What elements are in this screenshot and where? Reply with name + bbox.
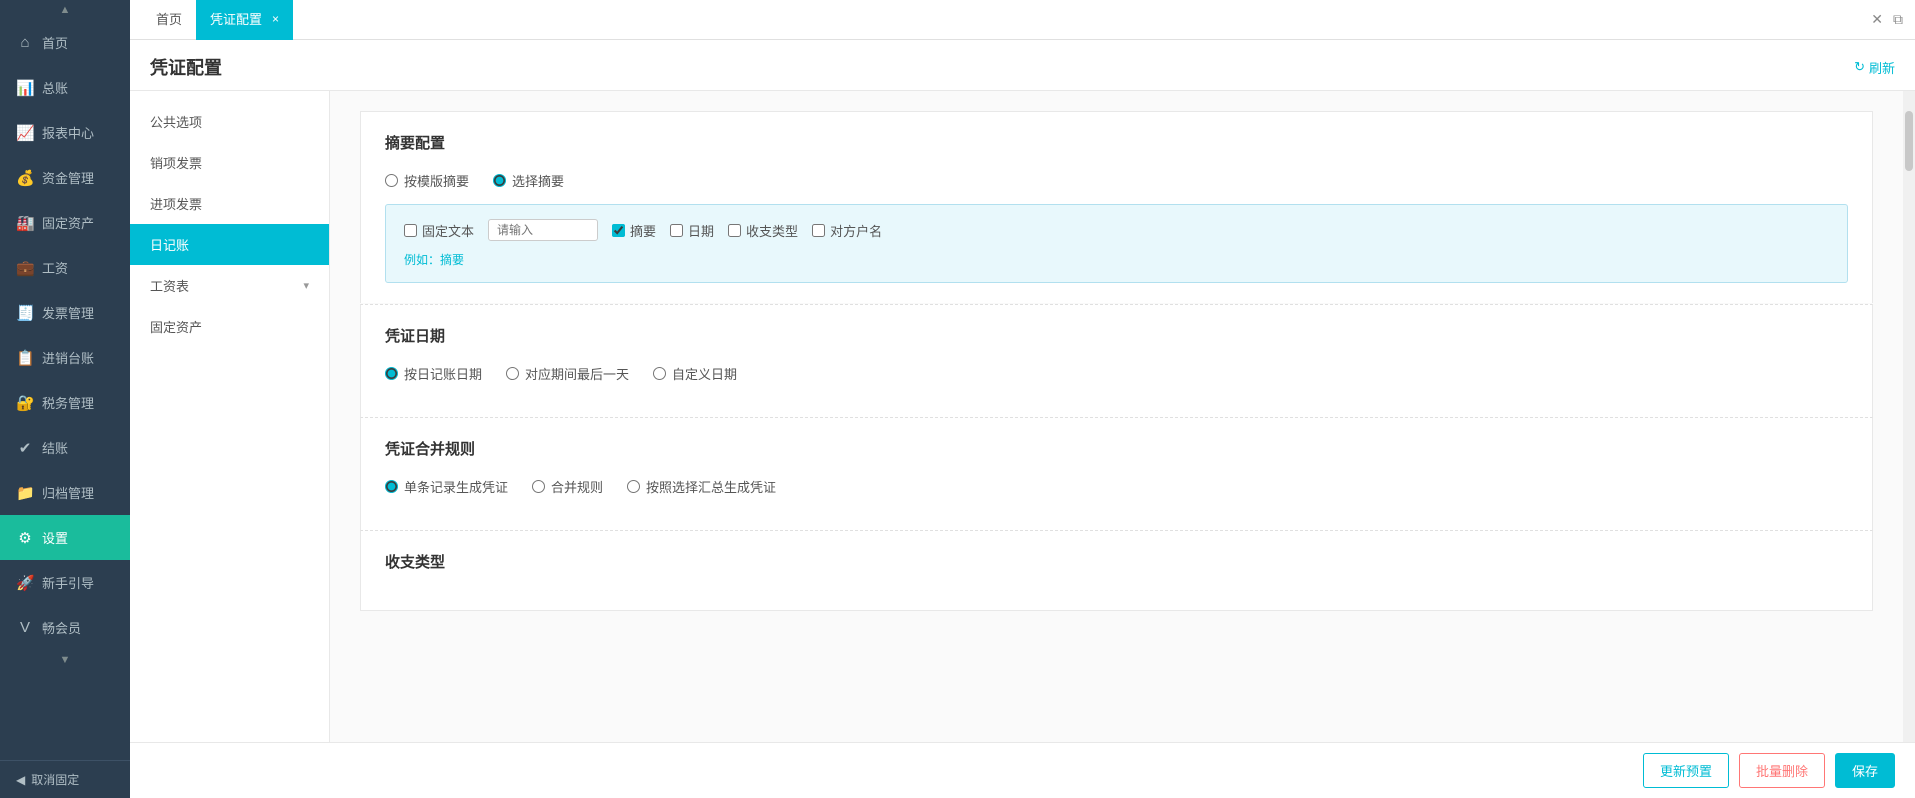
radio-select-summary[interactable]: 选择摘要 <box>493 171 564 190</box>
purchasesales-icon: 📋 <box>16 349 34 367</box>
chevron-down-icon: ▾ <box>303 279 309 292</box>
nav-item-sales-invoice[interactable]: 销项发票 <box>130 142 329 183</box>
sidebar-item-checkout[interactable]: ✔ 结账 <box>0 425 130 470</box>
invoice-icon: 🧾 <box>16 304 34 322</box>
guide-icon: 🚀 <box>16 574 34 592</box>
left-nav: 公共选项 销项发票 进项发票 日记账 工资表 ▾ 固定资产 <box>130 91 330 742</box>
nav-item-public[interactable]: 公共选项 <box>130 101 329 142</box>
summary-options-row: 固定文本 摘要 日期 <box>404 219 1829 241</box>
radio-due-last-day[interactable]: 对应期间最后一天 <box>506 364 629 383</box>
sidebar-item-ledger[interactable]: 📊 总账 <box>0 65 130 110</box>
summary-example: 例如：摘要 <box>404 251 1829 268</box>
nav-item-fixed-assets[interactable]: 固定资产 <box>130 306 329 347</box>
sidebar-scroll-down[interactable]: ▼ <box>0 650 130 670</box>
sidebar-item-purchasesales[interactable]: 📋 进销台账 <box>0 335 130 380</box>
radio-select-total[interactable]: 按照选择汇总生成凭证 <box>627 477 776 496</box>
refresh-icon: ↻ <box>1854 59 1865 75</box>
assets-icon: 🏭 <box>16 214 34 232</box>
main-area: 首页 凭证配置 × ✕ ⧉ 凭证配置 ↻ 刷新 公共选项 <box>130 0 1915 798</box>
window-restore-icon[interactable]: ⧉ <box>1893 11 1903 28</box>
body-layout: 公共选项 销项发票 进项发票 日记账 工资表 ▾ 固定资产 <box>130 91 1915 742</box>
tab-voucher[interactable]: 凭证配置 × <box>196 0 293 40</box>
merge-rule-radio-group: 单条记录生成凭证 合并规则 按照选择汇总生成凭证 <box>385 477 1848 496</box>
checkbox-counterpart-name[interactable]: 对方户名 <box>812 221 882 240</box>
member-icon: V <box>16 619 34 636</box>
archive-icon: 📁 <box>16 484 34 502</box>
sidebar-item-salary[interactable]: 💼 工资 <box>0 245 130 290</box>
checkbox-income-type[interactable]: 收支类型 <box>728 221 798 240</box>
fixed-text-input[interactable] <box>488 219 598 241</box>
settings-icon: ⚙ <box>16 529 34 547</box>
nav-item-payroll[interactable]: 工资表 ▾ <box>130 265 329 306</box>
bottom-bar: 更新预置 批量删除 保存 <box>130 742 1915 798</box>
page-title: 凭证配置 <box>150 54 222 80</box>
sidebar-item-tax[interactable]: 🔐 税务管理 <box>0 380 130 425</box>
home-icon: ⌂ <box>16 34 34 51</box>
voucher-date-section-title: 凭证日期 <box>385 325 1848 346</box>
nav-item-diary[interactable]: 日记账 <box>130 224 329 265</box>
window-close-icon[interactable]: ✕ <box>1871 11 1883 28</box>
page-header: 凭证配置 ↻ 刷新 <box>130 40 1915 91</box>
sidebar-item-invoice[interactable]: 🧾 发票管理 <box>0 290 130 335</box>
radio-template-summary[interactable]: 按模版摘要 <box>385 171 469 190</box>
sidebar-item-reports[interactable]: 📈 报表中心 <box>0 110 130 155</box>
section-merge-rule: 凭证合并规则 单条记录生成凭证 合并规则 <box>360 417 1873 530</box>
summary-radio-group: 按模版摘要 选择摘要 <box>385 171 1848 190</box>
section-income-type: 收支类型 <box>360 530 1873 611</box>
checkout-icon: ✔ <box>16 439 34 457</box>
sidebar-item-settings[interactable]: ⚙ 设置 <box>0 515 130 560</box>
section-summary: 摘要配置 按模版摘要 选择摘要 <box>360 111 1873 303</box>
sidebar-item-guide[interactable]: 🚀 新手引导 <box>0 560 130 605</box>
funds-icon: 💰 <box>16 169 34 187</box>
right-content: 摘要配置 按模版摘要 选择摘要 <box>330 91 1903 742</box>
salary-icon: 💼 <box>16 259 34 277</box>
radio-single-record[interactable]: 单条记录生成凭证 <box>385 477 508 496</box>
tab-home[interactable]: 首页 <box>142 0 196 40</box>
income-type-section-title: 收支类型 <box>385 551 1848 572</box>
update-preview-button[interactable]: 更新预置 <box>1643 753 1729 788</box>
save-button[interactable]: 保存 <box>1835 753 1895 788</box>
sidebar-unfix-button[interactable]: ◀ 取消固定 <box>0 760 130 798</box>
tab-bar: 首页 凭证配置 × ✕ ⧉ <box>130 0 1915 40</box>
summary-section-title: 摘要配置 <box>385 132 1848 153</box>
sidebar-item-archive[interactable]: 📁 归档管理 <box>0 470 130 515</box>
summary-options-box: 固定文本 摘要 日期 <box>385 204 1848 283</box>
scrollbar-thumb[interactable] <box>1905 111 1913 171</box>
section-voucher-date: 凭证日期 按日记账日期 对应期间最后一天 <box>360 304 1873 417</box>
window-controls: ✕ ⧉ <box>1871 11 1903 28</box>
refresh-button[interactable]: ↻ 刷新 <box>1854 58 1895 77</box>
sidebar-scroll-up[interactable]: ▲ <box>0 0 130 20</box>
radio-merge-rule[interactable]: 合并规则 <box>532 477 603 496</box>
pin-icon: ◀ <box>16 773 25 787</box>
checkbox-date[interactable]: 日期 <box>670 221 714 240</box>
radio-diary-date[interactable]: 按日记账日期 <box>385 364 482 383</box>
reports-icon: 📈 <box>16 124 34 142</box>
sidebar-item-home[interactable]: ⌂ 首页 <box>0 20 130 65</box>
nav-item-purchase-invoice[interactable]: 进项发票 <box>130 183 329 224</box>
voucher-date-radio-group: 按日记账日期 对应期间最后一天 自定义日期 <box>385 364 1848 383</box>
sidebar-item-assets[interactable]: 🏭 固定资产 <box>0 200 130 245</box>
merge-rule-section-title: 凭证合并规则 <box>385 438 1848 459</box>
sidebar-item-member[interactable]: V 畅会员 <box>0 605 130 650</box>
ledger-icon: 📊 <box>16 79 34 97</box>
scrollbar-track[interactable] <box>1903 91 1915 742</box>
sidebar-item-funds[interactable]: 💰 资金管理 <box>0 155 130 200</box>
tab-close-icon[interactable]: × <box>272 12 279 26</box>
content-area: 凭证配置 ↻ 刷新 公共选项 销项发票 进项发票 日记账 <box>130 40 1915 798</box>
sidebar: ▲ ⌂ 首页 📊 总账 📈 报表中心 💰 资金管理 🏭 固定资产 💼 工资 🧾 … <box>0 0 130 798</box>
batch-delete-button[interactable]: 批量删除 <box>1739 753 1825 788</box>
checkbox-fixed-text[interactable]: 固定文本 <box>404 221 474 240</box>
tax-icon: 🔐 <box>16 394 34 412</box>
radio-custom-date[interactable]: 自定义日期 <box>653 364 737 383</box>
checkbox-summary[interactable]: 摘要 <box>612 221 656 240</box>
